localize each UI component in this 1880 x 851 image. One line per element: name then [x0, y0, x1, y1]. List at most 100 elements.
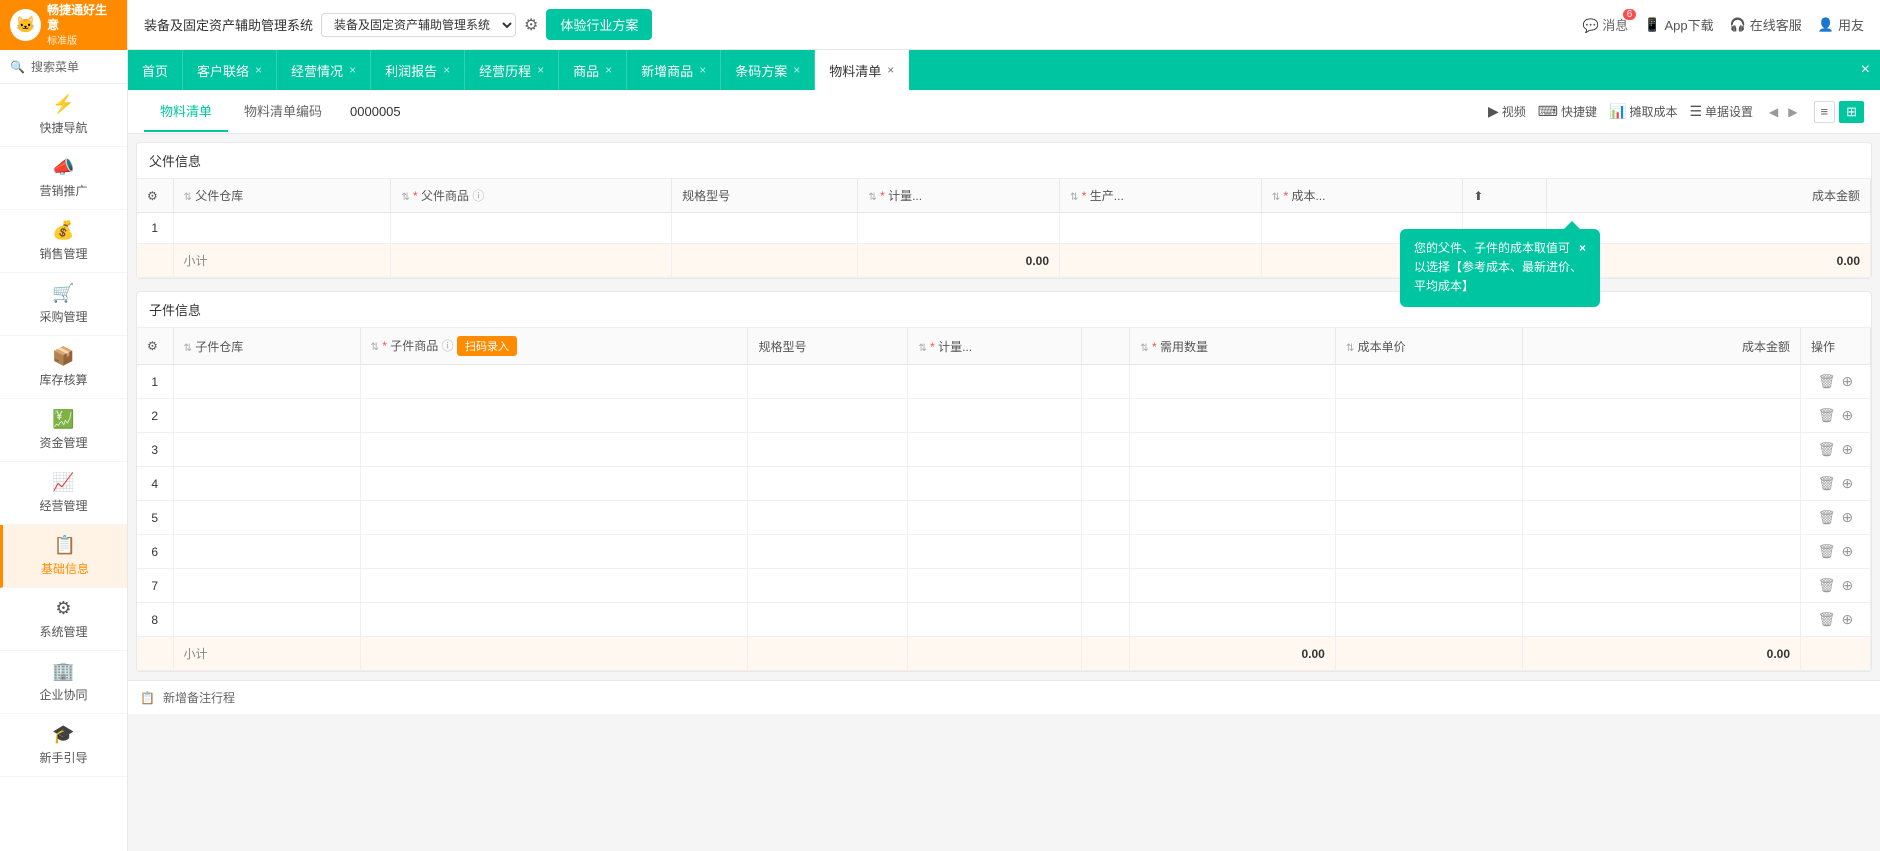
parent-spec-cell[interactable]: [672, 213, 858, 244]
search-menu[interactable]: 🔍 搜索菜单: [0, 50, 127, 84]
notification-bell[interactable]: 💬 6 消息: [1582, 15, 1628, 34]
copy-icon[interactable]: ⊕: [1842, 543, 1854, 560]
child-qty-cell[interactable]: [1130, 365, 1336, 399]
sidebar-item-inventory[interactable]: 📦 库存核算: [0, 336, 127, 399]
list-view-btn[interactable]: ≡: [1814, 101, 1836, 123]
user-menu[interactable]: 👤 用友: [1818, 15, 1864, 34]
child-unit-cell[interactable]: [908, 399, 1081, 433]
delete-icon[interactable]: 🗑: [1818, 407, 1836, 424]
child-price-cell[interactable]: [1335, 603, 1522, 637]
close-icon[interactable]: ×: [349, 63, 356, 77]
child-price-cell[interactable]: [1335, 535, 1522, 569]
prev-arrow[interactable]: ◀: [1765, 103, 1782, 121]
sidebar-item-enterprise[interactable]: 🏢 企业协同: [0, 651, 127, 714]
child-qty-cell[interactable]: [1130, 569, 1336, 603]
tab-new-product[interactable]: 新增商品 ×: [627, 50, 721, 90]
tab-history[interactable]: 经营历程 ×: [465, 50, 559, 90]
child-price-cell[interactable]: [1335, 399, 1522, 433]
sub-tab-bom-code[interactable]: 物料清单编码: [228, 91, 338, 132]
child-product-cell[interactable]: [360, 603, 748, 637]
tab-bom[interactable]: 物料清单 ×: [815, 50, 909, 90]
sidebar-item-quick-nav[interactable]: ⚡ 快捷导航: [0, 84, 127, 147]
copy-icon[interactable]: ⊕: [1842, 611, 1854, 628]
tab-home[interactable]: 首页: [128, 50, 183, 90]
online-service[interactable]: 🎧 在线客服: [1730, 15, 1802, 34]
tab-operations[interactable]: 经营情况 ×: [277, 50, 371, 90]
child-price-cell[interactable]: [1335, 433, 1522, 467]
delete-icon[interactable]: 🗑: [1818, 543, 1836, 560]
child-spec-cell[interactable]: [748, 433, 908, 467]
parent-product-cell[interactable]: [391, 213, 672, 244]
system-selector[interactable]: 装备及固定资产辅助管理系统: [321, 13, 516, 37]
child-warehouse-cell[interactable]: [173, 399, 360, 433]
child-sort-cell[interactable]: [1081, 365, 1130, 399]
child-qty-cell[interactable]: [1130, 467, 1336, 501]
child-amount-cell[interactable]: [1522, 603, 1800, 637]
child-amount-cell[interactable]: [1522, 535, 1800, 569]
child-amount-cell[interactable]: [1522, 501, 1800, 535]
child-sort-cell[interactable]: [1081, 467, 1130, 501]
tab-customer[interactable]: 客户联络 ×: [183, 50, 277, 90]
parent-warehouse-cell[interactable]: [173, 213, 391, 244]
child-product-cell[interactable]: [360, 501, 748, 535]
child-warehouse-cell[interactable]: [173, 467, 360, 501]
grid-view-btn[interactable]: ⊞: [1839, 101, 1864, 123]
parent-production-cell[interactable]: [1060, 213, 1262, 244]
child-product-cell[interactable]: [360, 433, 748, 467]
child-warehouse-cell[interactable]: [173, 603, 360, 637]
close-icon[interactable]: ×: [255, 63, 262, 77]
child-product-cell[interactable]: [360, 467, 748, 501]
sidebar-item-operations[interactable]: 📈 经营管理: [0, 462, 127, 525]
close-icon[interactable]: ×: [605, 63, 612, 77]
delete-icon[interactable]: 🗑: [1818, 509, 1836, 526]
child-sort-cell[interactable]: [1081, 501, 1130, 535]
child-amount-cell[interactable]: [1522, 569, 1800, 603]
child-unit-cell[interactable]: [908, 569, 1081, 603]
close-all-tabs[interactable]: ×: [1851, 61, 1880, 79]
action-doc-settings[interactable]: ☰ 单据设置: [1689, 103, 1753, 120]
child-price-cell[interactable]: [1335, 501, 1522, 535]
child-warehouse-cell[interactable]: [173, 433, 360, 467]
delete-icon[interactable]: 🗑: [1818, 577, 1836, 594]
setting-icon[interactable]: ⚙: [147, 339, 158, 353]
close-icon[interactable]: ×: [537, 63, 544, 77]
child-product-cell[interactable]: [360, 365, 748, 399]
delete-icon[interactable]: 🗑: [1818, 441, 1836, 458]
child-unit-cell[interactable]: [908, 501, 1081, 535]
child-unit-cell[interactable]: [908, 535, 1081, 569]
close-icon[interactable]: ×: [793, 63, 800, 77]
child-amount-cell[interactable]: [1522, 365, 1800, 399]
close-icon[interactable]: ×: [887, 63, 894, 77]
child-warehouse-cell[interactable]: [173, 365, 360, 399]
child-amount-cell[interactable]: [1522, 467, 1800, 501]
action-shortcut[interactable]: ⌨ 快捷键: [1538, 103, 1597, 120]
child-warehouse-cell[interactable]: [173, 569, 360, 603]
child-unit-cell[interactable]: [908, 433, 1081, 467]
child-spec-cell[interactable]: [748, 467, 908, 501]
child-spec-cell[interactable]: [748, 569, 908, 603]
child-sort-cell[interactable]: [1081, 399, 1130, 433]
sidebar-item-sales[interactable]: 💰 销售管理: [0, 210, 127, 273]
child-sort-cell[interactable]: [1081, 535, 1130, 569]
child-qty-cell[interactable]: [1130, 433, 1336, 467]
copy-icon[interactable]: ⊕: [1842, 373, 1854, 390]
child-unit-cell[interactable]: [908, 467, 1081, 501]
child-qty-cell[interactable]: [1130, 603, 1336, 637]
child-product-cell[interactable]: [360, 535, 748, 569]
child-spec-cell[interactable]: [748, 603, 908, 637]
copy-icon[interactable]: ⊕: [1842, 509, 1854, 526]
child-amount-cell[interactable]: [1522, 433, 1800, 467]
gear-icon[interactable]: ⚙: [524, 15, 538, 35]
child-sort-cell[interactable]: [1081, 433, 1130, 467]
sidebar-item-finance[interactable]: 💹 资金管理: [0, 399, 127, 462]
sidebar-item-system[interactable]: ⚙ 系统管理: [0, 588, 127, 651]
child-price-cell[interactable]: [1335, 365, 1522, 399]
child-amount-cell[interactable]: [1522, 399, 1800, 433]
child-spec-cell[interactable]: [748, 365, 908, 399]
child-unit-cell[interactable]: [908, 603, 1081, 637]
close-icon[interactable]: ×: [699, 63, 706, 77]
copy-icon[interactable]: ⊕: [1842, 475, 1854, 492]
sidebar-item-basic-info[interactable]: 📋 基础信息: [0, 525, 127, 588]
child-sort-cell[interactable]: [1081, 603, 1130, 637]
child-qty-cell[interactable]: [1130, 501, 1336, 535]
